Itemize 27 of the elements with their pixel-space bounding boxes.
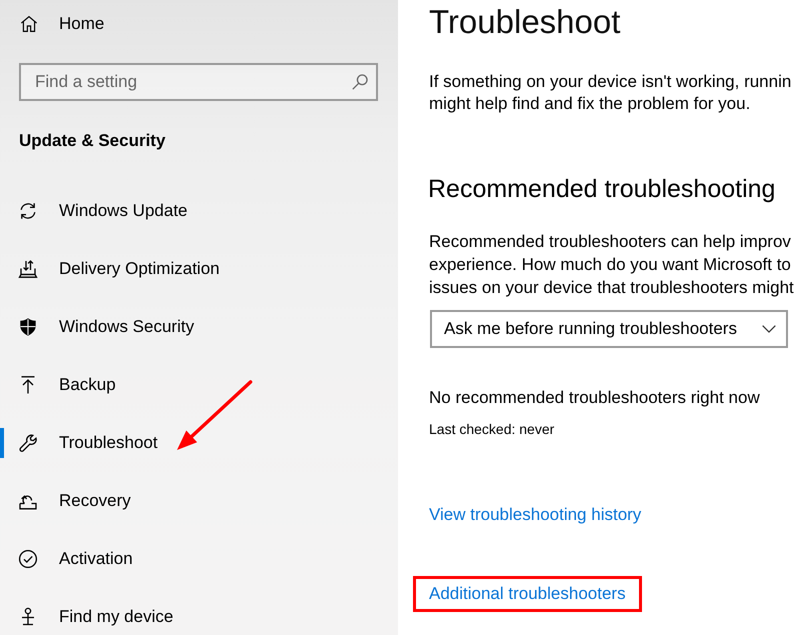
shield-icon: [18, 317, 38, 337]
description-text: Recommended troubleshooters can help improv experience. How much do you want Microsoft to issues on your device that troubleshooters might: [429, 231, 794, 299]
link[interactable]: View troubleshooting history: [429, 504, 642, 526]
dropdown[interactable]: Ask me before running troubleshooters: [430, 310, 788, 348]
section-title: Update & Security: [18, 130, 166, 152]
nav-item[interactable]: Find my device: [0, 600, 182, 634]
sync-icon: [18, 201, 38, 221]
chevron-down-icon: [762, 325, 776, 333]
link[interactable]: Additional troubleshooters: [429, 583, 626, 605]
nav-item[interactable]: Windows Update: [0, 194, 196, 228]
status-text: No recommended troubleshooters right now: [429, 387, 760, 409]
wrench-icon: [18, 433, 38, 453]
home-icon: [20, 15, 38, 33]
search-icon: [352, 74, 368, 90]
nav-item[interactable]: Windows Security: [0, 310, 202, 344]
check-circle-icon: [18, 549, 38, 569]
nav-item[interactable]: Recovery: [0, 484, 139, 518]
nav-item[interactable]: Delivery Optimization: [0, 252, 228, 286]
nav-item[interactable]: Activation: [0, 542, 141, 576]
nav-item[interactable]: Backup: [0, 368, 124, 402]
tray-arrows-icon: [18, 259, 38, 279]
section-heading: Recommended troubleshooting: [428, 174, 776, 204]
last-checked-text: Last checked: never: [429, 420, 554, 438]
search-field[interactable]: Find a setting: [19, 63, 378, 101]
home-link[interactable]: Home: [0, 4, 104, 44]
intro-text: If something on your device isn't working, runnin might help find and fix the problem for you.: [429, 71, 792, 115]
page-title: Troubleshoot: [429, 2, 620, 42]
